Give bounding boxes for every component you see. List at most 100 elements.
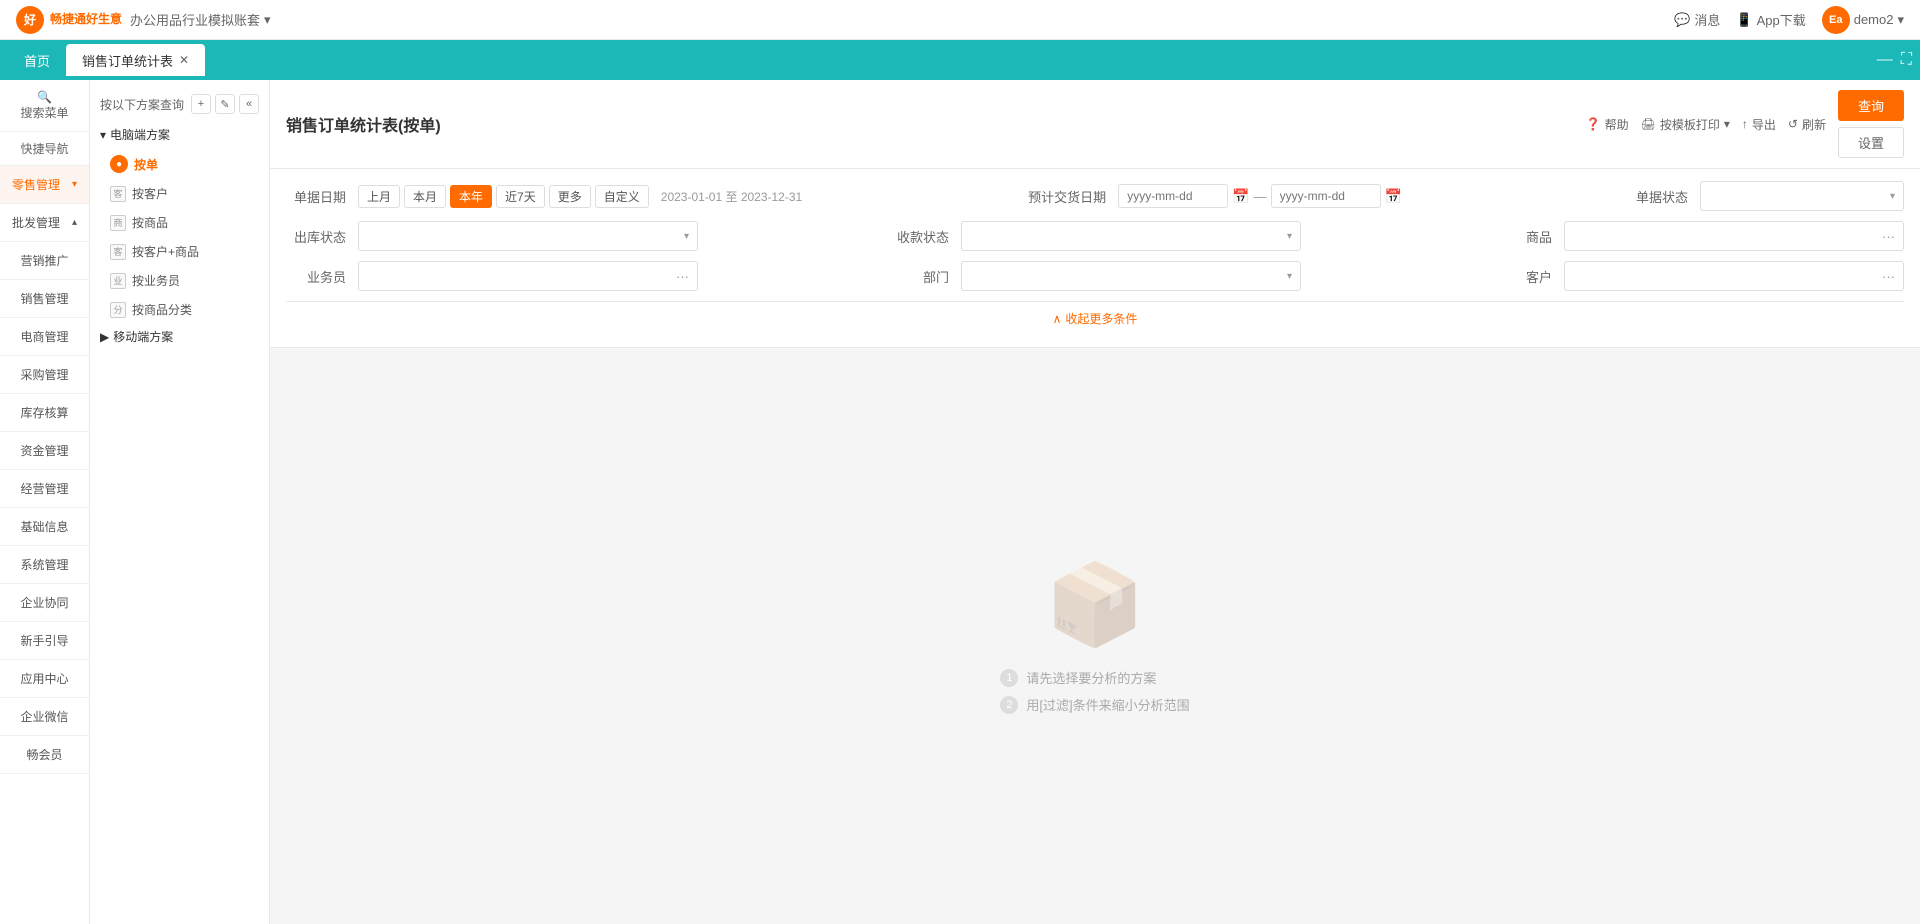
- out-status-select-wrap[interactable]: ▾: [358, 221, 698, 251]
- customer-dots-icon: ···: [1882, 269, 1895, 284]
- by-staff-label: 按业务员: [132, 272, 180, 289]
- expected-date-to[interactable]: [1271, 184, 1381, 208]
- pc-scheme-section[interactable]: ▾ 电脑端方案: [90, 120, 269, 149]
- print-btn[interactable]: 🖨 按模板打印 ▾: [1641, 116, 1730, 133]
- goods-dots-icon: ···: [1882, 229, 1895, 244]
- query-btn-area: 查询 设置: [1838, 90, 1904, 158]
- staff-select[interactable]: ···: [358, 261, 698, 291]
- setting-btn[interactable]: 设置: [1838, 127, 1904, 158]
- app-icon: 📱: [1736, 12, 1752, 28]
- filter-by-customer-goods[interactable]: 客 按客户+商品: [90, 237, 269, 266]
- filter-by-goods[interactable]: 商 按商品: [90, 208, 269, 237]
- help-btn[interactable]: ❓ 帮助: [1586, 116, 1629, 133]
- date-btn-7days[interactable]: 近7天: [496, 185, 545, 208]
- sidebar-item-ecommerce-label: 电商管理: [20, 328, 68, 345]
- date-btn-last-month[interactable]: 上月: [358, 185, 400, 208]
- sidebar-item-newcomer[interactable]: 新手引导: [0, 622, 89, 660]
- print-chevron-icon: ▾: [1724, 117, 1730, 131]
- goods-select[interactable]: ···: [1564, 221, 1904, 251]
- export-label: 导出: [1752, 116, 1776, 133]
- sidebar-item-sales[interactable]: 销售管理: [0, 280, 89, 318]
- date-btn-custom[interactable]: 自定义: [595, 185, 649, 208]
- date-btn-this-year[interactable]: 本年: [450, 185, 492, 208]
- tab-minimize-icon[interactable]: —: [1877, 51, 1893, 69]
- sidebar-item-wholesale[interactable]: 批发管理 ▴: [0, 204, 89, 242]
- sidebar-item-inventory[interactable]: 库存核算: [0, 394, 89, 432]
- sidebar-item-enterprise[interactable]: 企业协同: [0, 584, 89, 622]
- sidebar-item-finance[interactable]: 资金管理: [0, 432, 89, 470]
- pc-scheme-arrow-icon: ▾: [100, 128, 106, 142]
- by-customer-goods-label: 按客户+商品: [132, 243, 199, 260]
- filter-by-customer[interactable]: 客 按客户: [90, 179, 269, 208]
- expected-date-from[interactable]: [1118, 184, 1228, 208]
- date-btn-more[interactable]: 更多: [549, 185, 591, 208]
- dept-select-wrap[interactable]: ▾: [961, 261, 1301, 291]
- edit-scheme-btn[interactable]: ✎: [215, 94, 235, 114]
- print-icon: 🖨: [1641, 117, 1656, 131]
- collapse-panel-btn[interactable]: «: [239, 94, 259, 114]
- filter-row-date: 单据日期 上月 本月 本年 近7天 更多 自定义 2023-01-01 至 20…: [286, 181, 1904, 211]
- filter-by-staff[interactable]: 业 按业务员: [90, 266, 269, 295]
- top-bar-right: 💬 消息 📱 App下载 Ea demo2 ▾: [1674, 6, 1904, 34]
- sidebar-item-member[interactable]: 畅会员: [0, 736, 89, 774]
- sidebar-item-system[interactable]: 系统管理: [0, 546, 89, 584]
- sidebar-item-purchase-label: 采购管理: [20, 366, 68, 383]
- left-panel-header-label: 按以下方案查询: [100, 96, 184, 113]
- sidebar-shortcut[interactable]: 快捷导航: [0, 132, 89, 166]
- by-goods-icon: 商: [110, 215, 126, 231]
- status-select-wrap[interactable]: ▾: [1700, 181, 1904, 211]
- expected-date-label: 预计交货日期: [1028, 187, 1106, 206]
- avatar: Ea: [1822, 6, 1850, 34]
- tab-sales-stats[interactable]: 销售订单统计表 ✕: [66, 44, 205, 76]
- page-title: 销售订单统计表(按单): [286, 112, 441, 136]
- out-status-select[interactable]: [359, 222, 697, 250]
- export-btn[interactable]: ↑ 导出: [1742, 116, 1776, 133]
- sidebar-item-wholesale-label: 批发管理: [12, 214, 60, 231]
- out-status-label: 出库状态: [286, 227, 346, 246]
- message-btn[interactable]: 💬 消息: [1674, 10, 1720, 29]
- tab-home[interactable]: 首页: [8, 44, 66, 76]
- receive-status-select[interactable]: [962, 222, 1300, 250]
- refresh-btn[interactable]: ↺ 刷新: [1788, 116, 1826, 133]
- user-name: demo2: [1854, 12, 1894, 27]
- page-actions: ❓ 帮助 🖨 按模板打印 ▾ ↑ 导出 ↺ 刷新: [1586, 90, 1904, 158]
- receive-status-select-wrap[interactable]: ▾: [961, 221, 1301, 251]
- left-panel: 按以下方案查询 + ✎ « ▾ 电脑端方案 ● 按单 客 按客户 商: [90, 80, 270, 924]
- sidebar-item-retail[interactable]: 零售管理 ▾: [0, 166, 89, 204]
- calendar-to-icon[interactable]: 📅: [1385, 188, 1402, 205]
- sidebar-item-app-label: 应用中心: [20, 670, 68, 687]
- sidebar-item-purchase[interactable]: 采购管理: [0, 356, 89, 394]
- sidebar-item-basic-info[interactable]: 基础信息: [0, 508, 89, 546]
- collapse-bar[interactable]: ∧ 收起更多条件: [286, 301, 1904, 335]
- industry-select[interactable]: 办公用品行业模拟账套 ▾: [130, 10, 271, 29]
- app-download-btn[interactable]: 📱 App下载: [1736, 10, 1805, 29]
- dept-select[interactable]: [962, 262, 1300, 290]
- sidebar-item-operation-label: 经营管理: [20, 480, 68, 497]
- tab-close-icon[interactable]: ✕: [179, 53, 189, 67]
- sidebar-item-wechat[interactable]: 企业微信: [0, 698, 89, 736]
- sidebar-item-app[interactable]: 应用中心: [0, 660, 89, 698]
- empty-hint-1: 1 请先选择要分析的方案: [1000, 668, 1189, 687]
- collapse-label: 收起更多条件: [1065, 310, 1137, 327]
- sidebar-item-marketing[interactable]: 营销推广: [0, 242, 89, 280]
- right-main: 销售订单统计表(按单) ❓ 帮助 🖨 按模板打印 ▾ ↑ 导出: [270, 80, 1920, 924]
- add-scheme-btn[interactable]: +: [191, 94, 211, 114]
- sidebar-search[interactable]: 🔍 搜索菜单: [0, 80, 89, 132]
- tab-maximize-icon[interactable]: ⛶: [1901, 51, 1912, 69]
- sidebar-item-ecommerce[interactable]: 电商管理: [0, 318, 89, 356]
- left-panel-header-actions: + ✎ «: [191, 94, 259, 114]
- mobile-scheme-section[interactable]: ▶ 移动端方案: [90, 324, 269, 349]
- date-range-text: 2023-01-01 至 2023-12-31: [661, 188, 802, 205]
- industry-label: 办公用品行业模拟账套: [130, 10, 260, 29]
- filter-by-goods-category[interactable]: 分 按商品分类: [90, 295, 269, 324]
- user-area[interactable]: Ea demo2 ▾: [1822, 6, 1904, 34]
- filter-by-order[interactable]: ● 按单: [90, 149, 269, 179]
- sidebar-item-wechat-label: 企业微信: [20, 708, 68, 725]
- customer-select[interactable]: ···: [1564, 261, 1904, 291]
- status-select[interactable]: [1701, 182, 1903, 210]
- calendar-from-icon[interactable]: 📅: [1232, 188, 1249, 205]
- date-btn-this-month[interactable]: 本月: [404, 185, 446, 208]
- query-btn[interactable]: 查询: [1838, 90, 1904, 121]
- sidebar-item-operation[interactable]: 经营管理: [0, 470, 89, 508]
- message-icon: 💬: [1674, 12, 1690, 28]
